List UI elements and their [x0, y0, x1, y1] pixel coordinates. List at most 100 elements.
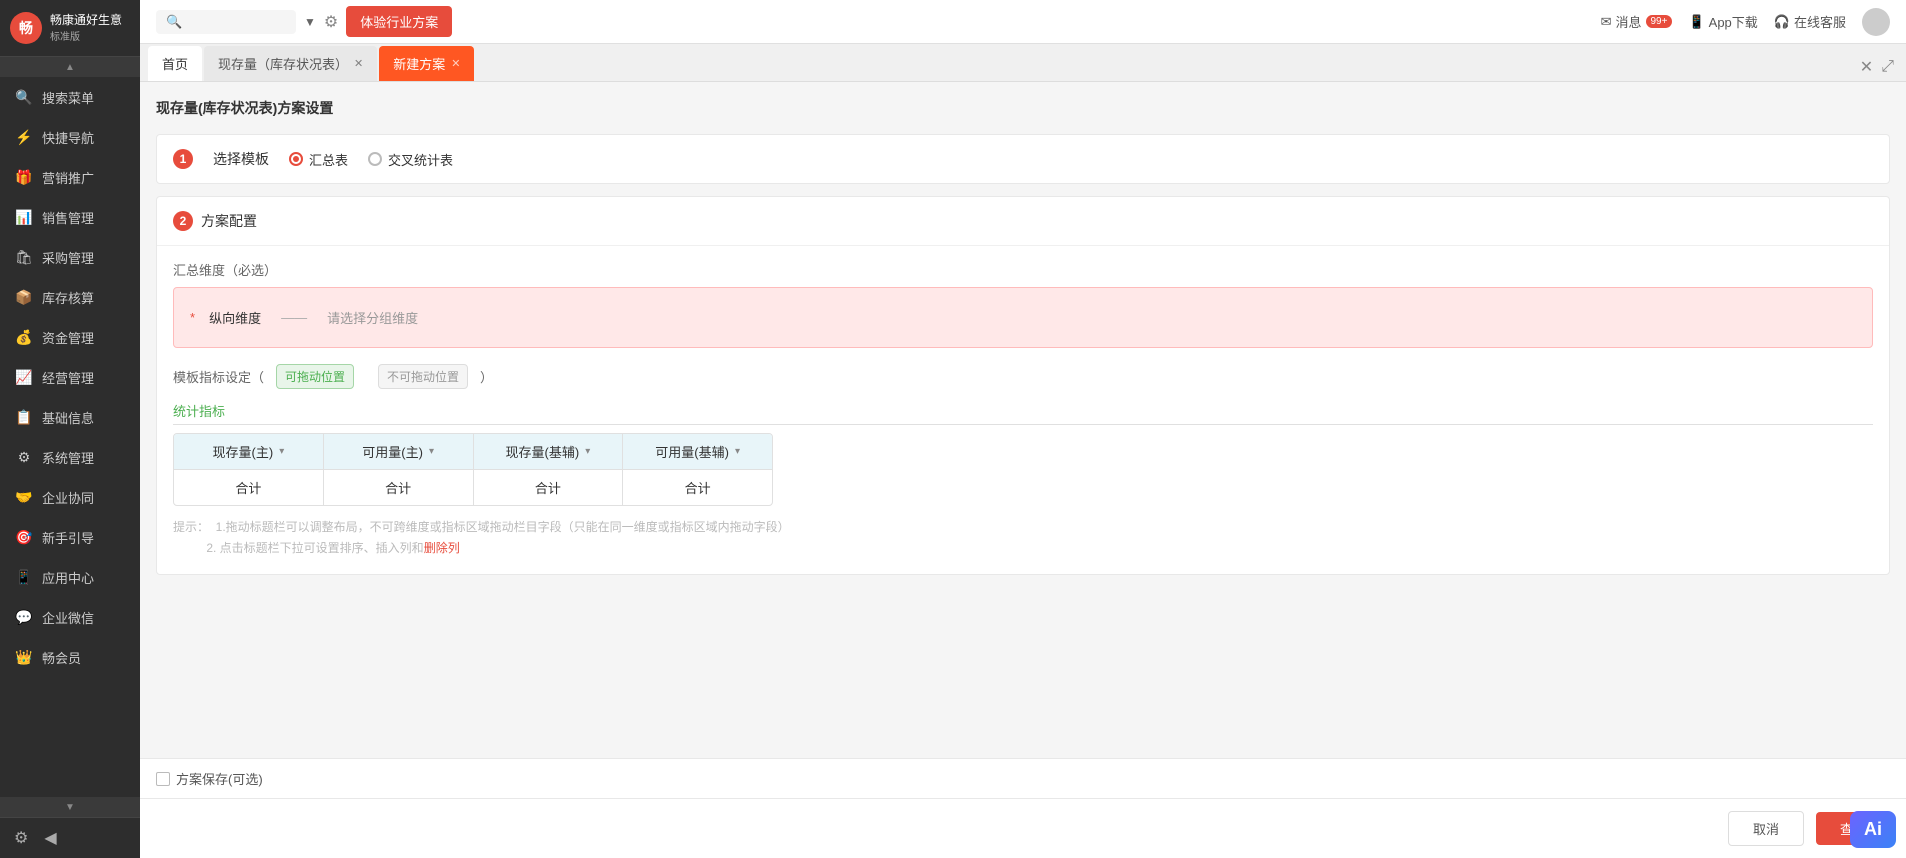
indicator-setting-label: 模板指标设定（	[173, 367, 264, 386]
sidebar-scroll-up[interactable]: ▲	[0, 57, 140, 77]
sidebar-item-label-cooperation: 企业协同	[42, 488, 94, 507]
radio-summary-btn[interactable]	[289, 152, 303, 166]
section2-card: 2 方案配置 汇总维度（必选） * 纵向维度 —— 请选择分组维度 模板指标设定…	[156, 196, 1890, 575]
sidebar-item-purchase[interactable]: 🛍 采购管理	[0, 237, 140, 277]
stats-header-cell-0[interactable]: 现存量(主)▾	[174, 434, 324, 469]
sidebar-item-member[interactable]: 👑 畅会员	[0, 637, 140, 677]
sidebar-item-label-inventory-check: 库存核算	[42, 288, 94, 307]
tab-new-scheme-label: 新建方案	[393, 54, 445, 73]
draggable-tag: 可拖动位置	[276, 364, 354, 389]
radio-cross-label: 交叉统计表	[388, 150, 453, 169]
online-service-label: 在线客服	[1794, 12, 1846, 31]
section1-number: 1	[173, 149, 193, 169]
dimension-area[interactable]: * 纵向维度 —— 请选择分组维度	[173, 287, 1873, 348]
sidebar-item-label-new-guide: 新手引导	[42, 528, 94, 547]
sidebar-bottom: ⚙ ◀	[0, 817, 140, 858]
gear-icon[interactable]: ⚙	[324, 12, 338, 32]
online-service-item[interactable]: 🎧 在线客服	[1774, 12, 1846, 31]
sidebar-item-new-guide[interactable]: 🎯 新手引导	[0, 517, 140, 557]
save-option: 方案保存(可选)	[156, 769, 263, 788]
dropdown-button[interactable]: ▼	[304, 15, 316, 29]
sidebar-item-label-finance: 资金管理	[42, 328, 94, 347]
save-checkbox[interactable]	[156, 772, 170, 786]
sidebar-item-management[interactable]: 📈 经营管理	[0, 357, 140, 397]
section1-card: 1 选择模板 汇总表 交叉统计表	[156, 134, 1890, 184]
headphone-icon: 🎧	[1774, 14, 1790, 30]
sidebar-item-label-quick-nav: 快捷导航	[42, 128, 94, 147]
search-icon: 🔍	[166, 14, 182, 30]
finance-icon: 💰	[14, 327, 34, 347]
search-box[interactable]: 🔍	[156, 10, 296, 34]
system-icon: ⚙	[14, 447, 34, 467]
stats-header-cell-1[interactable]: 可用量(主)▾	[324, 434, 474, 469]
required-star: *	[190, 310, 195, 325]
sidebar-item-search[interactable]: 🔍 搜索菜单	[0, 77, 140, 117]
hint-text-1: 提示： 1.拖动标题栏可以调整布局，不可跨维度或指标区域拖动栏目字段（只能在同一…	[173, 518, 1873, 535]
tab-expand-icon[interactable]: ⤢	[1877, 54, 1898, 80]
sidebar-item-label-marketing: 营销推广	[42, 168, 94, 187]
app-download-item[interactable]: 📱 App下载	[1688, 12, 1757, 31]
sidebar-item-label-basic-info: 基础信息	[42, 408, 94, 427]
radio-cross-btn[interactable]	[368, 152, 382, 166]
sidebar-item-app-center[interactable]: 📱 应用中心	[0, 557, 140, 597]
tabbar: 首页 现存量（库存状况表） ✕ 新建方案 ✕ ✕ ⤢	[140, 44, 1906, 82]
app-name: 畅康通好生意	[50, 13, 122, 29]
sidebar-item-system[interactable]: ⚙ 系统管理	[0, 437, 140, 477]
tab-new-scheme-close[interactable]: ✕	[451, 57, 460, 70]
sidebar-item-label-search: 搜索菜单	[42, 88, 94, 107]
sidebar-item-enterprise-wechat[interactable]: 💬 企业微信	[0, 597, 140, 637]
stats-header-cell-2[interactable]: 现存量(基辅)▾	[474, 434, 624, 469]
enterprise-wechat-icon: 💬	[14, 607, 34, 627]
indicator-setting: 模板指标设定（ 可拖动位置 不可拖动位置 ）	[173, 364, 1873, 389]
cancel-button[interactable]: 取消	[1728, 811, 1804, 846]
bottom-bar: 方案保存(可选)	[140, 758, 1906, 798]
sidebar-item-marketing[interactable]: 🎁 营销推广	[0, 157, 140, 197]
collapse-icon[interactable]: ◀	[44, 828, 56, 848]
stats-header-cell-3[interactable]: 可用量(基辅)▾	[623, 434, 772, 469]
basic-info-icon: 📋	[14, 407, 34, 427]
section2-number: 2	[173, 211, 193, 231]
vertical-dimension-label: 纵向维度	[209, 308, 261, 327]
save-label: 方案保存(可选)	[176, 769, 263, 788]
tab-new-scheme[interactable]: 新建方案 ✕	[379, 46, 474, 81]
radio-summary[interactable]: 汇总表	[289, 150, 348, 169]
app-center-icon: 📱	[14, 567, 34, 587]
page-title: 现存量(库存状况表)方案设置	[156, 98, 1890, 118]
sidebar-item-cooperation[interactable]: 🤝 企业协同	[0, 477, 140, 517]
sidebar-item-finance[interactable]: 💰 资金管理	[0, 317, 140, 357]
message-icon: ✉	[1601, 14, 1612, 30]
tab-home[interactable]: 首页	[148, 46, 202, 81]
sidebar-item-quick-nav[interactable]: ⚡ 快捷导航	[0, 117, 140, 157]
section1-title: 选择模板	[213, 149, 269, 169]
topbar: 🔍 ▼ ⚙ 体验行业方案 ✉ 消息 99+ 📱 App下载 🎧 在线客服	[140, 0, 1906, 44]
search-input[interactable]	[188, 15, 268, 29]
content-area: 现存量(库存状况表)方案设置 1 选择模板 汇总表 交叉统计表 2 方案配置	[140, 82, 1906, 758]
stats-section: 统计指标 现存量(主)▾可用量(主)▾现存量(基辅)▾可用量(基辅)▾ 合计合计…	[173, 401, 1873, 506]
hint-highlight: 删除列	[424, 541, 460, 555]
stats-data-row: 合计合计合计合计	[174, 469, 772, 505]
sidebar-item-sales[interactable]: 📊 销售管理	[0, 197, 140, 237]
user-avatar[interactable]	[1862, 8, 1890, 36]
sidebar-item-inventory-check[interactable]: 📦 库存核算	[0, 277, 140, 317]
radio-cross[interactable]: 交叉统计表	[368, 150, 453, 169]
trial-button[interactable]: 体验行业方案	[346, 6, 452, 37]
sidebar-logo: 畅 畅康通好生意 标准版	[0, 0, 140, 57]
tab-inventory-close[interactable]: ✕	[354, 57, 363, 70]
inventory-check-icon: 📦	[14, 287, 34, 307]
sidebar-item-label-purchase: 采购管理	[42, 248, 94, 267]
ai-badge[interactable]: Ai	[1850, 811, 1896, 848]
sidebar-item-label-management: 经营管理	[42, 368, 94, 387]
chevron-down-icon-1: ▾	[429, 446, 434, 457]
settings-icon[interactable]: ⚙	[14, 828, 28, 848]
mobile-icon: 📱	[1688, 14, 1704, 30]
message-item[interactable]: ✉ 消息 99+	[1601, 12, 1673, 31]
marketing-icon: 🎁	[14, 167, 34, 187]
sidebar-item-basic-info[interactable]: 📋 基础信息	[0, 397, 140, 437]
action-buttons: 取消 查询	[140, 798, 1906, 858]
sidebar-scroll-down[interactable]: ▼	[0, 797, 140, 817]
non-draggable-tag: 不可拖动位置	[378, 364, 468, 389]
app-logo-icon: 畅	[10, 12, 42, 44]
sidebar-item-label-enterprise-wechat: 企业微信	[42, 608, 94, 627]
tab-close-icon[interactable]: ✕	[1856, 53, 1877, 81]
tab-inventory[interactable]: 现存量（库存状况表） ✕	[204, 46, 377, 81]
